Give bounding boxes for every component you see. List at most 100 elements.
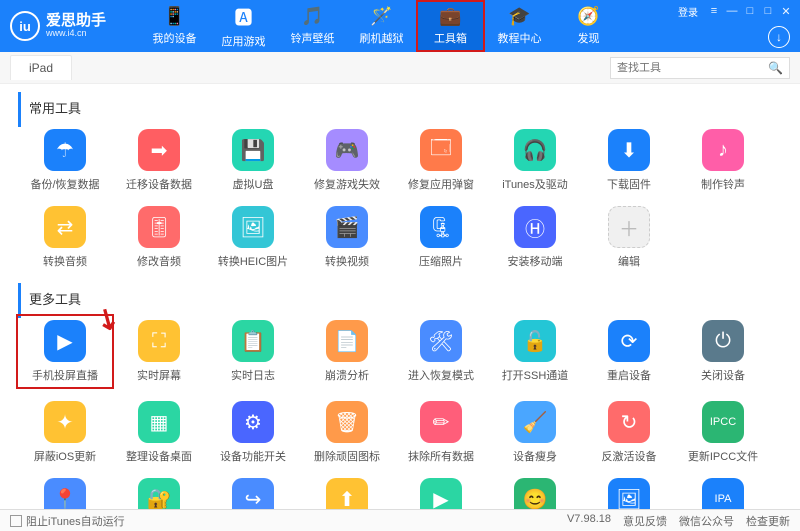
tool-icon: IPCC: [702, 401, 744, 443]
itunes-block-checkbox[interactable]: [10, 515, 22, 527]
nav-6[interactable]: 🧭发现: [554, 0, 623, 52]
tool-label: 实时屏幕: [137, 367, 181, 383]
nav-5[interactable]: 🎓 教程中心: [485, 0, 554, 52]
tool-item[interactable]: IPCC更新IPCC文件: [676, 401, 770, 464]
footer: 阻止iTunes自动运行 V7.98.18 意见反馈 微信公众号 检查更新: [0, 509, 800, 531]
tool-item[interactable]: 🗜压缩照片: [394, 206, 488, 269]
restore-icon[interactable]: □: [742, 3, 758, 19]
feedback-link[interactable]: 意见反馈: [623, 513, 667, 529]
tool-label: 崩溃分析: [325, 367, 369, 383]
nav-label: 铃声壁纸: [291, 30, 335, 46]
nav-0[interactable]: 📱我的设备: [140, 0, 209, 52]
nav-icon: 💼: [439, 6, 461, 27]
tool-item[interactable]: Ⓗ安装移动端: [488, 206, 582, 269]
tool-label: 修复应用弹窗: [408, 176, 474, 192]
tool-item[interactable]: 📄 崩溃分析: [300, 320, 394, 387]
content[interactable]: 常用工具 ☂备份/恢复数据➡迁移设备数据💾虚拟U盘🎮修复游戏失效🗔修复应用弹窗🎧…: [0, 84, 800, 514]
tool-icon: 📄: [326, 320, 368, 362]
menu-icon[interactable]: ≡: [706, 3, 722, 19]
tool-item[interactable]: ✏ 抹除所有数据: [394, 401, 488, 464]
nav-4[interactable]: 💼 工具箱: [416, 0, 485, 52]
tool-item[interactable]: ✦屏蔽iOS更新: [18, 401, 112, 464]
tool-icon: 🎧: [514, 129, 556, 171]
tool-item[interactable]: 🔓打开SSH通道: [488, 320, 582, 387]
tool-item[interactable]: 💾虚拟U盘: [206, 129, 300, 192]
tool-label: 抹除所有数据: [408, 448, 474, 464]
tool-item[interactable]: 🎚修改音频: [112, 206, 206, 269]
tool-item[interactable]: 🎬转换视频: [300, 206, 394, 269]
tool-icon: ⏻: [702, 320, 744, 362]
itunes-block-label: 阻止iTunes自动运行: [26, 513, 125, 529]
tool-icon: 📋: [232, 320, 274, 362]
tool-label: 安装移动端: [508, 253, 563, 269]
tool-label: 备份/恢复数据: [30, 176, 99, 192]
tool-item[interactable]: 🧹设备瘦身: [488, 401, 582, 464]
tool-icon: ⇄: [44, 206, 86, 248]
tool-item[interactable]: ♪制作铃声: [676, 129, 770, 192]
tool-item[interactable]: 🎮修复游戏失效: [300, 129, 394, 192]
tool-label: 打开SSH通道: [502, 367, 569, 383]
tool-item[interactable]: ➡迁移设备数据: [112, 129, 206, 192]
main-nav: 📱我的设备🅰应用游戏 🎵 铃声壁纸 🪄刷机越狱 💼 工具箱 🎓 教程中心 🧭发现: [140, 0, 623, 52]
tool-item[interactable]: ⚙设备功能开关: [206, 401, 300, 464]
tool-item[interactable]: ⇄转换音频: [18, 206, 112, 269]
tool-label: 删除顽固图标: [314, 448, 380, 464]
tool-item[interactable]: ⏻关闭设备: [676, 320, 770, 387]
tool-item[interactable]: 📋 实时日志: [206, 320, 300, 387]
tool-item[interactable]: ⟳重启设备: [582, 320, 676, 387]
tool-label: 实时日志: [231, 367, 275, 383]
tool-icon: ♪: [702, 129, 744, 171]
tool-label: 进入恢复模式: [408, 367, 474, 383]
tool-label: 重启设备: [607, 367, 651, 383]
tool-label: 虚拟U盘: [233, 176, 274, 192]
tool-item[interactable]: ☂备份/恢复数据: [18, 129, 112, 192]
logo-url: www.i4.cn: [46, 29, 106, 39]
wechat-link[interactable]: 微信公众号: [679, 513, 734, 529]
nav-icon: 🧭: [577, 6, 599, 27]
logo[interactable]: iu 爱思助手 www.i4.cn: [0, 11, 140, 41]
tool-label: 转换视频: [325, 253, 369, 269]
tool-label: 修改音频: [137, 253, 181, 269]
tool-item[interactable]: 🗔修复应用弹窗: [394, 129, 488, 192]
search-input[interactable]: [617, 62, 768, 74]
tool-label: 整理设备桌面: [126, 448, 192, 464]
download-icon[interactable]: ↓: [768, 26, 790, 48]
tool-icon: ＋: [608, 206, 650, 248]
nav-icon: 🎓: [508, 6, 530, 27]
tool-item[interactable]: ＋ 编辑: [582, 206, 676, 269]
tool-item[interactable]: 🎧iTunes及驱动: [488, 129, 582, 192]
nav-label: 我的设备: [153, 30, 197, 46]
update-link[interactable]: 检查更新: [746, 513, 790, 529]
nav-2[interactable]: 🎵 铃声壁纸: [278, 0, 347, 52]
tool-label: 转换HEIC图片: [218, 253, 288, 269]
nav-label: 刷机越狱: [360, 30, 404, 46]
header: iu 爱思助手 www.i4.cn 📱我的设备🅰应用游戏 🎵 铃声壁纸 🪄刷机越狱 💼 工…: [0, 0, 800, 52]
tool-label: 迁移设备数据: [126, 176, 192, 192]
tab-ipad[interactable]: iPad: [10, 55, 72, 80]
tool-item[interactable]: 🗑删除顽固图标: [300, 401, 394, 464]
tool-label: 设备功能开关: [220, 448, 286, 464]
tool-item[interactable]: 🖼 转换HEIC图片: [206, 206, 300, 269]
maximize-icon[interactable]: □: [760, 3, 776, 19]
tool-item[interactable]: ⬇下载固件: [582, 129, 676, 192]
tool-icon: 🖼: [232, 206, 274, 248]
nav-label: 教程中心: [498, 30, 542, 46]
tool-label: 编辑: [618, 253, 640, 269]
close-icon[interactable]: ✕: [778, 3, 794, 19]
tool-icon: ✏: [420, 401, 462, 443]
nav-icon: 🎵: [301, 6, 323, 27]
search-box[interactable]: 🔍: [610, 57, 790, 79]
search-icon[interactable]: 🔍: [768, 61, 783, 75]
tool-item[interactable]: 🛠 进入恢复模式: [394, 320, 488, 387]
nav-3[interactable]: 🪄刷机越狱: [347, 0, 416, 52]
nav-1[interactable]: 🅰应用游戏: [209, 0, 278, 52]
minimize-icon[interactable]: —: [724, 3, 740, 19]
login-link[interactable]: 登录: [678, 4, 698, 19]
tool-item[interactable]: ↻反激活设备: [582, 401, 676, 464]
tool-item[interactable]: ▦整理设备桌面: [112, 401, 206, 464]
tool-icon: 🛠: [420, 320, 462, 362]
tool-icon: ↻: [608, 401, 650, 443]
tool-item[interactable]: ⛶实时屏幕: [112, 320, 206, 387]
nav-label: 工具箱: [434, 30, 467, 46]
tool-label: 设备瘦身: [513, 448, 557, 464]
